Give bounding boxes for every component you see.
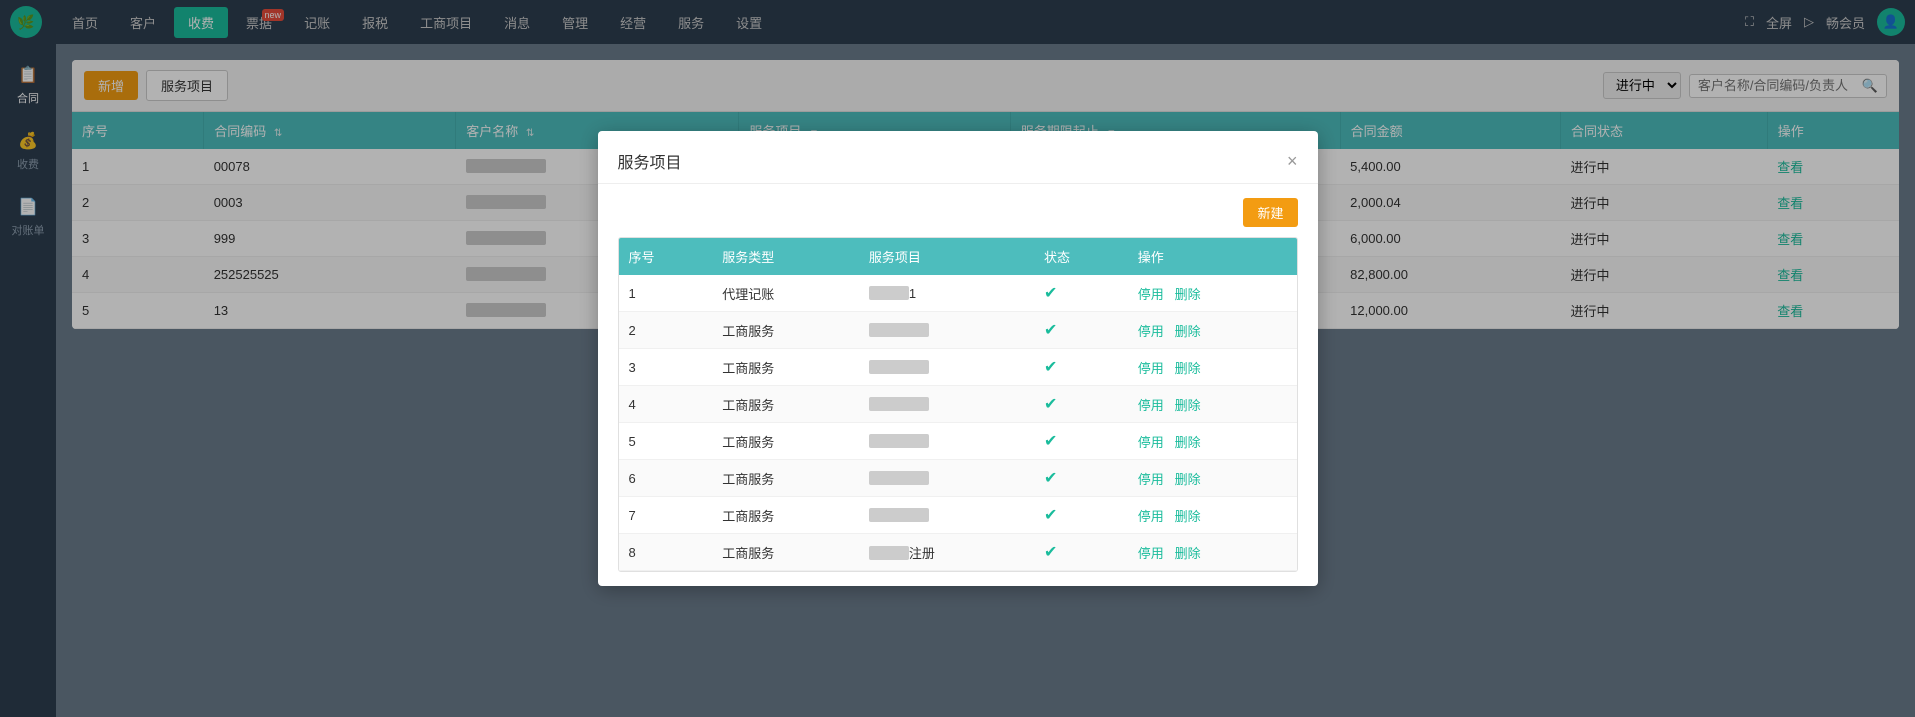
delete-link[interactable]: 删除 xyxy=(1175,435,1201,450)
modal-header: 服务项目 × xyxy=(598,131,1318,184)
modal-cell-type: 工商服务 xyxy=(712,349,859,386)
modal-table-row: 2 工商服务 ✔ 停用 删除 xyxy=(619,312,1297,349)
modal-cell-item xyxy=(859,497,1034,534)
modal-table-row: 1 代理记账 1 ✔ 停用 删除 xyxy=(619,275,1297,312)
modal-cell-seq: 1 xyxy=(619,275,713,312)
modal-table-row: 6 工商服务 ✔ 停用 删除 xyxy=(619,460,1297,497)
modal-body: 新建 序号 服务类型 服务项目 状态 操作 1 代理记账 1 xyxy=(598,184,1318,586)
modal-cell-item xyxy=(859,349,1034,386)
modal-toolbar: 新建 xyxy=(618,198,1298,227)
modal-service-table: 序号 服务类型 服务项目 状态 操作 1 代理记账 1 ✔ 停用 删除 2 工商… xyxy=(619,238,1297,571)
modal-cell-seq: 4 xyxy=(619,386,713,423)
modal-cell-ops: 停用 删除 xyxy=(1128,275,1297,312)
modal-col-seq: 序号 xyxy=(619,238,713,275)
modal-cell-status: ✔ xyxy=(1034,275,1128,312)
modal-cell-type: 工商服务 xyxy=(712,423,859,460)
disable-link[interactable]: 停用 xyxy=(1138,398,1164,413)
modal-table-wrap: 序号 服务类型 服务项目 状态 操作 1 代理记账 1 ✔ 停用 删除 2 工商… xyxy=(618,237,1298,572)
disable-link[interactable]: 停用 xyxy=(1138,509,1164,524)
modal-cell-status: ✔ xyxy=(1034,497,1128,534)
disable-link[interactable]: 停用 xyxy=(1138,435,1164,450)
modal-cell-status: ✔ xyxy=(1034,312,1128,349)
delete-link[interactable]: 删除 xyxy=(1175,472,1201,487)
modal-cell-type: 工商服务 xyxy=(712,386,859,423)
modal-cell-status: ✔ xyxy=(1034,423,1128,460)
modal-cell-ops: 停用 删除 xyxy=(1128,386,1297,423)
modal-table-row: 3 工商服务 ✔ 停用 删除 xyxy=(619,349,1297,386)
delete-link[interactable]: 删除 xyxy=(1175,509,1201,524)
modal-cell-item xyxy=(859,312,1034,349)
modal-cell-seq: 7 xyxy=(619,497,713,534)
modal-cell-item xyxy=(859,460,1034,497)
modal-cell-status: ✔ xyxy=(1034,386,1128,423)
delete-link[interactable]: 删除 xyxy=(1175,398,1201,413)
disable-link[interactable]: 停用 xyxy=(1138,361,1164,376)
modal-overlay[interactable]: 服务项目 × 新建 序号 服务类型 服务项目 状态 操作 xyxy=(0,0,1915,717)
modal-cell-type: 工商服务 xyxy=(712,460,859,497)
modal-close-button[interactable]: × xyxy=(1287,152,1298,170)
modal-cell-seq: 5 xyxy=(619,423,713,460)
modal-cell-ops: 停用 删除 xyxy=(1128,534,1297,571)
modal-cell-item xyxy=(859,423,1034,460)
delete-link[interactable]: 删除 xyxy=(1175,361,1201,376)
modal-cell-status: ✔ xyxy=(1034,349,1128,386)
disable-link[interactable]: 停用 xyxy=(1138,324,1164,339)
delete-link[interactable]: 删除 xyxy=(1175,546,1201,561)
modal-cell-ops: 停用 删除 xyxy=(1128,312,1297,349)
modal-col-ops: 操作 xyxy=(1128,238,1297,275)
modal-table-row: 8 工商服务 注册 ✔ 停用 删除 xyxy=(619,534,1297,571)
modal-col-status: 状态 xyxy=(1034,238,1128,275)
modal-cell-type: 代理记账 xyxy=(712,275,859,312)
modal-cell-ops: 停用 删除 xyxy=(1128,460,1297,497)
modal-cell-type: 工商服务 xyxy=(712,534,859,571)
modal-cell-ops: 停用 删除 xyxy=(1128,349,1297,386)
service-item-modal: 服务项目 × 新建 序号 服务类型 服务项目 状态 操作 xyxy=(598,131,1318,586)
modal-cell-seq: 8 xyxy=(619,534,713,571)
modal-cell-type: 工商服务 xyxy=(712,312,859,349)
modal-cell-type: 工商服务 xyxy=(712,497,859,534)
delete-link[interactable]: 删除 xyxy=(1175,324,1201,339)
modal-cell-ops: 停用 删除 xyxy=(1128,497,1297,534)
modal-cell-status: ✔ xyxy=(1034,460,1128,497)
modal-table-row: 4 工商服务 ✔ 停用 删除 xyxy=(619,386,1297,423)
disable-link[interactable]: 停用 xyxy=(1138,546,1164,561)
disable-link[interactable]: 停用 xyxy=(1138,472,1164,487)
modal-cell-item xyxy=(859,386,1034,423)
modal-col-item: 服务项目 xyxy=(859,238,1034,275)
modal-cell-seq: 2 xyxy=(619,312,713,349)
delete-link[interactable]: 删除 xyxy=(1175,287,1201,302)
modal-title: 服务项目 xyxy=(618,149,682,173)
modal-cell-status: ✔ xyxy=(1034,534,1128,571)
modal-cell-item: 注册 xyxy=(859,534,1034,571)
modal-new-button[interactable]: 新建 xyxy=(1243,198,1297,227)
modal-table-row: 5 工商服务 ✔ 停用 删除 xyxy=(619,423,1297,460)
modal-table-row: 7 工商服务 ✔ 停用 删除 xyxy=(619,497,1297,534)
modal-cell-ops: 停用 删除 xyxy=(1128,423,1297,460)
modal-cell-item: 1 xyxy=(859,275,1034,312)
modal-col-type: 服务类型 xyxy=(712,238,859,275)
modal-cell-seq: 6 xyxy=(619,460,713,497)
modal-cell-seq: 3 xyxy=(619,349,713,386)
disable-link[interactable]: 停用 xyxy=(1138,287,1164,302)
